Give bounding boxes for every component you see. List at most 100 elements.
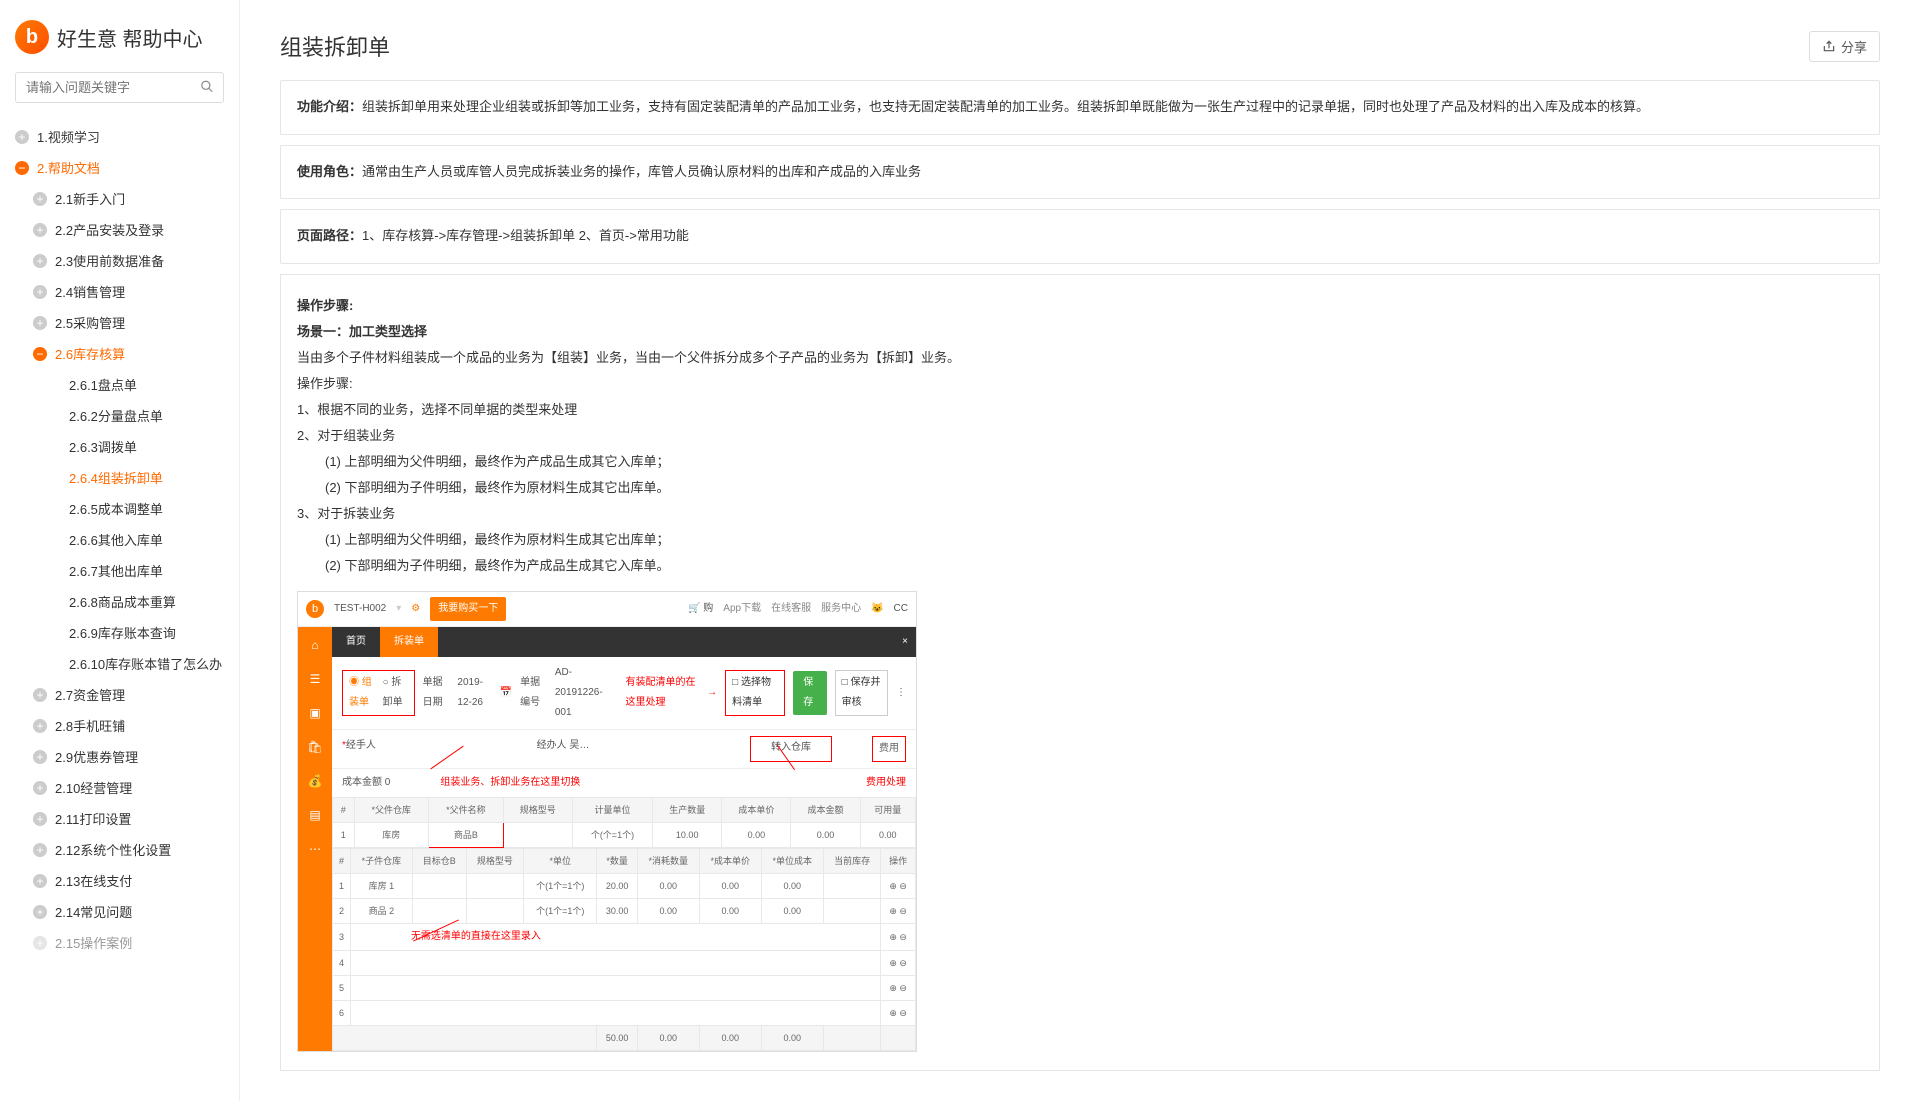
nav-2-2[interactable]: +2.2产品安装及登录	[15, 214, 224, 245]
shot-toolbar: ◉ 组装单 ○ 拆卸单 单据日期 2019-12-26 📅 单据编号 AD-20…	[332, 657, 916, 730]
nav-2-6-1[interactable]: 2.6.1盘点单	[15, 369, 224, 400]
nav-label: 2.8手机旺铺	[55, 716, 125, 735]
nav-label: 2.12系统个性化设置	[55, 840, 171, 859]
nav-docs[interactable]: −2.帮助文档	[15, 152, 224, 183]
logo: b 好生意 帮助中心	[15, 20, 224, 54]
nav-video[interactable]: +1.视频学习	[15, 121, 224, 152]
steps-heading: 操作步骤:	[297, 298, 353, 313]
plus-icon: +	[33, 223, 47, 237]
nav-2-14[interactable]: +2.14常见问题	[15, 896, 224, 927]
plus-icon: +	[33, 719, 47, 733]
nav-2-6-2[interactable]: 2.6.2分量盘点单	[15, 400, 224, 431]
plus-icon: +	[33, 688, 47, 702]
doc-icon: ☰	[310, 667, 321, 691]
nav-2-11[interactable]: +2.11打印设置	[15, 803, 224, 834]
wallet-icon: 💰	[308, 769, 323, 793]
nav-2-6-6[interactable]: 2.6.6其他入库单	[15, 524, 224, 555]
nav-2-6-8[interactable]: 2.6.8商品成本重算	[15, 586, 224, 617]
shot-tab-doc: 拆装单	[380, 627, 438, 657]
menu-icon: ⋮	[896, 683, 906, 703]
nav-label: 2.4销售管理	[55, 282, 125, 301]
role-box: 使用角色：通常由生产人员或库管人员完成拆装业务的操作，库管人员确认原材料的出库和…	[280, 145, 1880, 200]
nav-2-10[interactable]: +2.10经营管理	[15, 772, 224, 803]
nav-2-5[interactable]: +2.5采购管理	[15, 307, 224, 338]
nav-2-6-3[interactable]: 2.6.3调拨单	[15, 431, 224, 462]
shot-mini-sidebar: ⌂ ☰ ▣ 🛍 💰 ▤ ⋯	[298, 627, 332, 1051]
nav-2-6-5[interactable]: 2.6.5成本调整单	[15, 493, 224, 524]
main-content: 组装拆卸单 分享 功能介绍：组装拆卸单用来处理企业组装或拆卸等加工业务，支持有固…	[240, 0, 1920, 1101]
shot-topbar: b TEST-H002 ▾ ⚙ 我要购买一下 🛒 购 App下载 在线客服 服务…	[298, 592, 916, 627]
nav-label: 2.15操作案例	[55, 933, 132, 952]
step-2b: (2) 下部明细为子件明细，最终作为原材料生成其它出库单。	[297, 475, 1863, 501]
scene1-label: 场景一：加工类型选择	[297, 324, 427, 339]
nav-label: 2.6.10库存账本错了怎么办	[69, 654, 222, 673]
home-icon: ⌂	[311, 633, 318, 657]
path-text: 1、库存核算->库存管理->组装拆卸单 2、首页->常用功能	[362, 228, 689, 243]
shot-savepost-button: 保存并审核	[842, 677, 881, 708]
shot-row2: *经手人 经办人 吴… 转入仓库 费用	[332, 730, 916, 769]
nav-2-4[interactable]: +2.4销售管理	[15, 276, 224, 307]
search-icon[interactable]	[200, 79, 214, 96]
shot-fee-button: 费用	[872, 736, 906, 762]
nav-2-6-7[interactable]: 2.6.7其他出库单	[15, 555, 224, 586]
nav-2-6-10[interactable]: 2.6.10库存账本错了怎么办	[15, 648, 224, 679]
share-icon	[1822, 39, 1836, 53]
nav-label: 2.6.9库存账本查询	[69, 623, 176, 642]
nav-label: 2.2产品安装及登录	[55, 220, 164, 239]
nav-label: 2.6.7其他出库单	[69, 561, 163, 580]
plus-icon: +	[15, 130, 29, 144]
shot-cost-value: 0	[385, 777, 391, 788]
plus-icon: +	[33, 843, 47, 857]
nav-2-7[interactable]: +2.7资金管理	[15, 679, 224, 710]
step-2: 2、对于组装业务	[297, 423, 1863, 449]
nav-label: 2.6.8商品成本重算	[69, 592, 176, 611]
nav-2-1[interactable]: +2.1新手入门	[15, 183, 224, 214]
nav-2-9[interactable]: +2.9优惠券管理	[15, 741, 224, 772]
shot-handler-value: 经办人 吴…	[537, 736, 590, 762]
shot-date-value: 2019-12-26	[457, 673, 491, 713]
shot-cost-label: 成本金额	[342, 777, 382, 788]
shot-logo-icon: b	[306, 600, 324, 618]
nav-label: 2.5采购管理	[55, 313, 125, 332]
nav-2-3[interactable]: +2.3使用前数据准备	[15, 245, 224, 276]
plus-icon: +	[33, 316, 47, 330]
shot-annotation-3: 费用处理	[866, 773, 906, 793]
nav-label: 1.视频学习	[37, 127, 100, 146]
nav-label: 2.帮助文档	[37, 158, 100, 177]
nav-label: 2.14常见问题	[55, 902, 132, 921]
shot-cart-icon: 🛒 购	[688, 599, 713, 619]
nav-label: 2.6.3调拨单	[69, 437, 137, 456]
nav-2-6-4[interactable]: 2.6.4组装拆卸单	[15, 462, 224, 493]
nav-2-13[interactable]: +2.13在线支付	[15, 865, 224, 896]
sidebar: b 好生意 帮助中心 +1.视频学习 −2.帮助文档 +2.1新手入门 +2.2…	[0, 0, 240, 1101]
nav-2-12[interactable]: +2.12系统个性化设置	[15, 834, 224, 865]
nav-2-15[interactable]: +2.15操作案例	[15, 927, 224, 958]
nav-2-6-9[interactable]: 2.6.9库存账本查询	[15, 617, 224, 648]
scene1-desc: 当由多个子件材料组装成一个成品的业务为【组装】业务，当由一个父件拆分成多个子产品…	[297, 345, 1863, 371]
step-1: 1、根据不同的业务，选择不同单据的类型来处理	[297, 397, 1863, 423]
plus-icon: +	[33, 192, 47, 206]
cart-icon: 🛍	[307, 735, 322, 759]
intro-box: 功能介绍：组装拆卸单用来处理企业组装或拆卸等加工业务，支持有固定装配清单的产品加…	[280, 80, 1880, 135]
nav-2-6[interactable]: −2.6库存核算	[15, 338, 224, 369]
nav-label: 2.6.5成本调整单	[69, 499, 163, 518]
plus-icon: +	[33, 750, 47, 764]
plus-icon: +	[33, 905, 47, 919]
plus-icon: +	[33, 874, 47, 888]
plus-icon: +	[33, 285, 47, 299]
close-icon: ×	[894, 627, 916, 657]
shot-tenant: TEST-H002	[334, 599, 386, 619]
shot-online-link: 在线客服	[771, 599, 811, 619]
shot-billno-label: 单据编号	[520, 673, 547, 713]
search-input[interactable]	[15, 72, 224, 103]
share-button[interactable]: 分享	[1809, 31, 1880, 62]
shot-help-link: 服务中心	[821, 599, 861, 619]
shot-annotation-2: 组装业务、拆卸业务在这里切换	[440, 773, 580, 793]
shot-annotation-1: 有装配清单的在这里处理	[626, 673, 700, 713]
nav-label: 2.9优惠券管理	[55, 747, 138, 766]
nav-label: 2.6.1盘点单	[69, 375, 137, 394]
box-icon: ▣	[309, 701, 320, 725]
nav-label: 2.11打印设置	[55, 809, 131, 828]
nav-2-8[interactable]: +2.8手机旺铺	[15, 710, 224, 741]
shot-tabs: 首页 拆装单 ×	[332, 627, 916, 657]
